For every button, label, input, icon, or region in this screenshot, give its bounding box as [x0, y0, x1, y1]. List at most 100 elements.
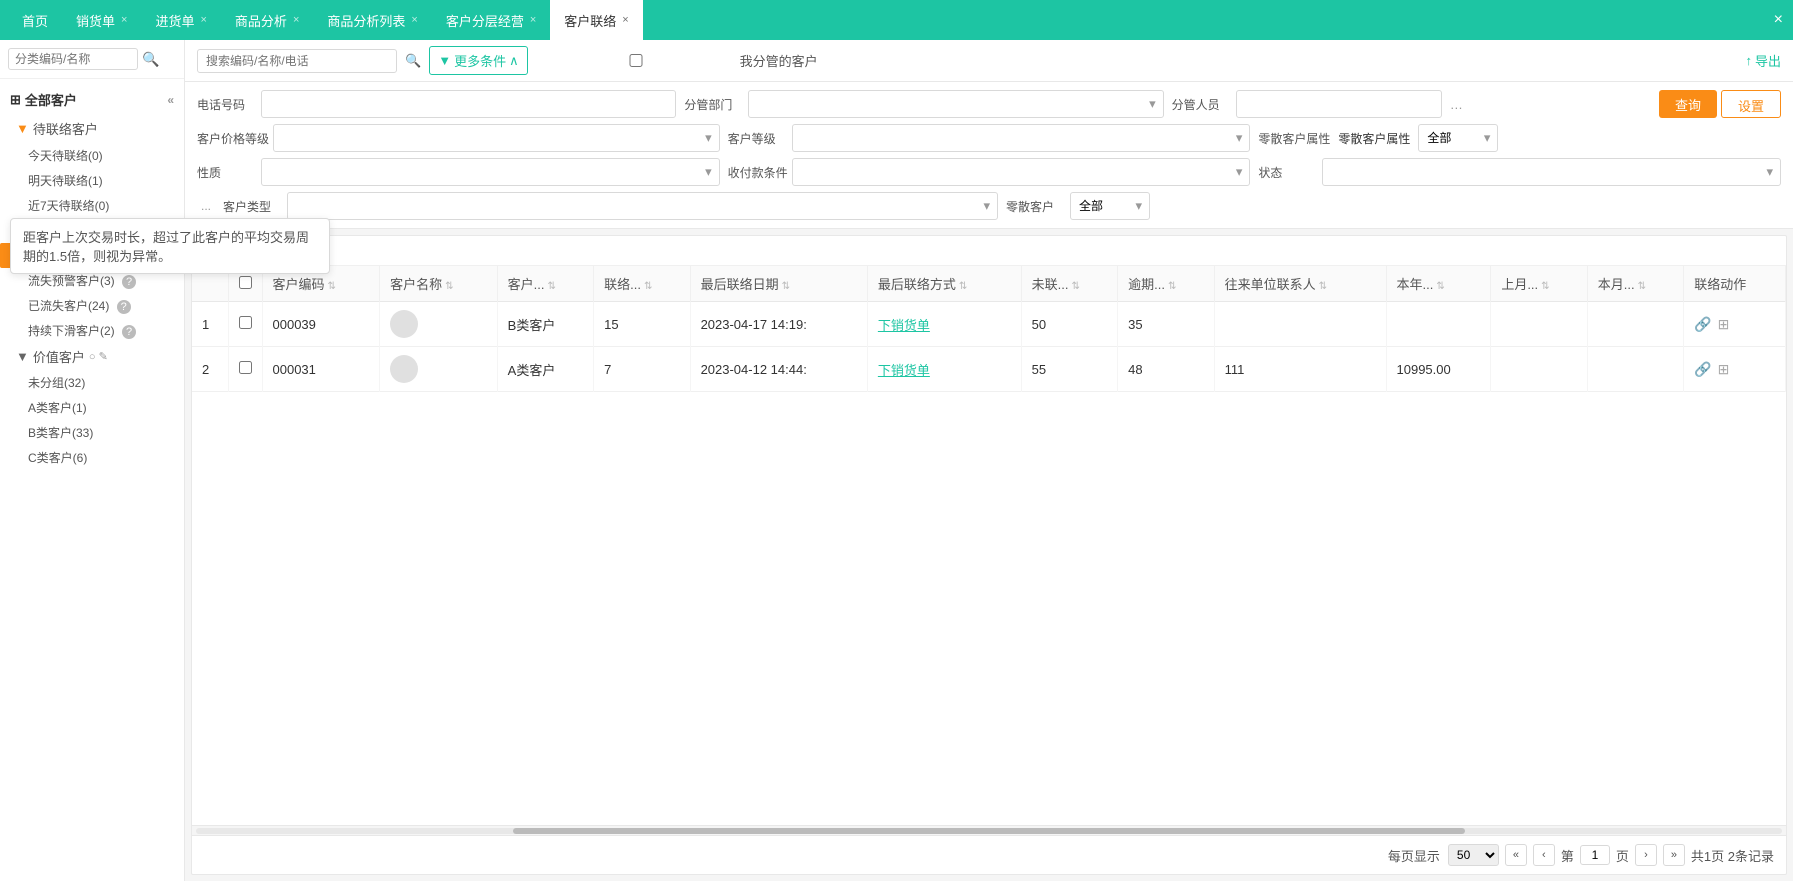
sidebar-search-icon[interactable]: 🔍 [142, 51, 159, 68]
payment-select[interactable] [792, 158, 1251, 186]
cell-this-month [1587, 302, 1683, 347]
cell-name [380, 347, 498, 392]
window-close-button[interactable]: × [1774, 11, 1783, 29]
grid-action-icon[interactable]: ⊞ [1718, 361, 1730, 378]
export-icon: ↑ [1745, 53, 1752, 68]
filter-payment-field: 收付款条件 [728, 158, 1251, 186]
top-nav: 首页 销货单 × 进货单 × 商品分析 × 商品分析列表 × 客户分层经营 × … [0, 0, 1793, 40]
edit-icon[interactable]: ○ ✎ [89, 350, 108, 363]
col-last-month: 上月...⇅ [1491, 266, 1587, 302]
filter-price-level-field: 客户价格等级 [197, 124, 720, 152]
branch-person-input[interactable] [1236, 90, 1442, 118]
more-icon[interactable]: … [1450, 97, 1463, 112]
cell-last-month [1491, 347, 1587, 392]
price-level-select[interactable] [273, 124, 720, 152]
tooltip-box: 距客户上次交易时长，超过了此客户的平均交易周期的1.5倍，则视为异常。 [185, 218, 330, 274]
arrow-icon: ▼ [16, 121, 29, 136]
link-action-icon[interactable]: 🔗 [1694, 361, 1711, 378]
sidebar-item-c-class[interactable]: C类客户(6) [0, 445, 184, 470]
collapse-icon[interactable]: « [167, 93, 174, 107]
my-customers-checkbox-area: 我分管的客户 [536, 51, 818, 70]
nav-item-home[interactable]: 首页 [8, 0, 62, 40]
sidebar-item-churned[interactable]: 已流失客户(24) ? [0, 293, 184, 318]
more-conditions-button[interactable]: ▼ 更多条件 ∧ [429, 46, 527, 75]
next-page-button[interactable]: › [1635, 844, 1657, 866]
customer-type-label: 客户类型 [223, 198, 283, 215]
search-input[interactable] [197, 49, 397, 73]
cell-index: 2 [192, 347, 228, 392]
sidebar-section-value[interactable]: ▼ 价值客户 ○ ✎ [0, 343, 184, 370]
contact-method-link[interactable]: 下销货单 [878, 318, 930, 333]
cell-code: 000039 [262, 302, 380, 347]
close-icon[interactable]: × [200, 14, 206, 26]
close-icon[interactable]: × [121, 14, 127, 26]
retail-attr-select[interactable]: 全部 [1418, 124, 1498, 152]
link-action-icon[interactable]: 🔗 [1694, 316, 1711, 333]
nav-item-customer-contact[interactable]: 客户联络 × [550, 0, 642, 40]
close-icon[interactable]: × [411, 14, 417, 26]
close-icon[interactable]: × [293, 14, 299, 26]
sidebar-section-pending[interactable]: ▼ 待联络客户 [0, 114, 184, 143]
branch-dept-select[interactable] [748, 90, 1163, 118]
first-page-button[interactable]: « [1505, 844, 1527, 866]
sidebar-all-customers[interactable]: ⊞ 全部客户 « [0, 85, 184, 114]
nav-item-customer-tier[interactable]: 客户分层经营 × [432, 0, 550, 40]
sidebar-item-7day-contact[interactable]: 近7天待联络(0) [0, 193, 184, 218]
cell-contacts [1214, 302, 1386, 347]
nav-item-sales[interactable]: 销货单 × [62, 0, 141, 40]
row-checkbox[interactable] [239, 361, 252, 374]
col-no-contact: 未联...⇅ [1021, 266, 1117, 302]
cell-no-contact: 55 [1021, 347, 1117, 392]
sidebar-item-ungrouped[interactable]: 未分组(32) [0, 370, 184, 395]
my-customers-checkbox[interactable] [536, 54, 736, 67]
content-area: 距客户上次交易时长，超过了此客户的平均交易周期的1.5倍，则视为异常。 🔍 ▼ … [185, 40, 1793, 881]
cell-overdue: 35 [1118, 302, 1214, 347]
row-checkbox[interactable] [239, 316, 252, 329]
table-header-row: 客户编码⇅ 客户名称⇅ 客户...⇅ 联络...⇅ 最后联络日期⇅ 最后联络方式… [192, 266, 1786, 302]
prev-page-button[interactable]: ‹ [1533, 844, 1555, 866]
sidebar-item-b-class[interactable]: B类客户(33) [0, 420, 184, 445]
col-last-method: 最后联络方式⇅ [867, 266, 1021, 302]
status-select[interactable] [1322, 158, 1781, 186]
search-icon[interactable]: 🔍 [405, 53, 421, 69]
close-icon[interactable]: × [530, 14, 536, 26]
nav-item-purchase[interactable]: 进货单 × [141, 0, 220, 40]
settings-button[interactable]: 设置 [1721, 90, 1781, 118]
gender-select[interactable] [261, 158, 720, 186]
export-button[interactable]: ↑ 导出 [1745, 51, 1781, 70]
cell-overdue: 48 [1118, 347, 1214, 392]
grid-action-icon[interactable]: ⊞ [1718, 316, 1730, 333]
cell-contact-count: 15 [594, 302, 690, 347]
col-overdue: 逾期...⇅ [1118, 266, 1214, 302]
customer-level-select[interactable] [792, 124, 1251, 152]
customer-type-select[interactable] [287, 192, 998, 220]
sidebar-item-today-contact[interactable]: 今天待联络(0) [0, 143, 184, 168]
filter-more-button[interactable]: ... [197, 199, 215, 213]
filter-row-2: 客户价格等级 客户等级 零散客户属性 零散客户属性 [197, 124, 1781, 152]
table-scroll-wrap[interactable]: 客户编码⇅ 客户名称⇅ 客户...⇅ 联络...⇅ 最后联络日期⇅ 最后联络方式… [192, 266, 1786, 825]
page-input[interactable] [1580, 845, 1610, 865]
phone-input[interactable] [261, 90, 676, 118]
scrollbar-thumb[interactable] [513, 828, 1465, 834]
query-button[interactable]: 查询 [1659, 90, 1717, 118]
retail-customer-select[interactable]: 全部 [1070, 192, 1150, 220]
cell-last-date: 2023-04-17 14:19: [690, 302, 867, 347]
nav-item-analysis[interactable]: 商品分析 × [221, 0, 313, 40]
sidebar-item-a-class[interactable]: A类客户(1) [0, 395, 184, 420]
last-page-button[interactable]: » [1663, 844, 1685, 866]
cell-last-method: 下销货单 [867, 347, 1021, 392]
sidebar-search-input[interactable] [8, 48, 138, 70]
col-action: 联络动作 [1684, 266, 1786, 302]
close-icon[interactable]: × [622, 14, 628, 26]
horizontal-scrollbar[interactable] [192, 825, 1786, 835]
select-all-checkbox[interactable] [239, 276, 252, 289]
sidebar-item-declining[interactable]: 持续下滑客户(2) ? [0, 318, 184, 343]
cell-code: 000031 [262, 347, 380, 392]
filter-row-3: 性质 收付款条件 状态 [197, 158, 1781, 186]
contact-method-link[interactable]: 下销货单 [878, 363, 930, 378]
nav-item-analysis-list[interactable]: 商品分析列表 × [313, 0, 431, 40]
per-page-select[interactable]: 50 100 200 [1448, 844, 1499, 866]
sidebar-item-tomorrow-contact[interactable]: 明天待联络(1) [0, 168, 184, 193]
table-area: ⚙ 客户编码⇅ 客户名称⇅ 客户...⇅ 联络...⇅ 最后联络日期⇅ 最后联 [191, 235, 1787, 875]
cell-no-contact: 50 [1021, 302, 1117, 347]
